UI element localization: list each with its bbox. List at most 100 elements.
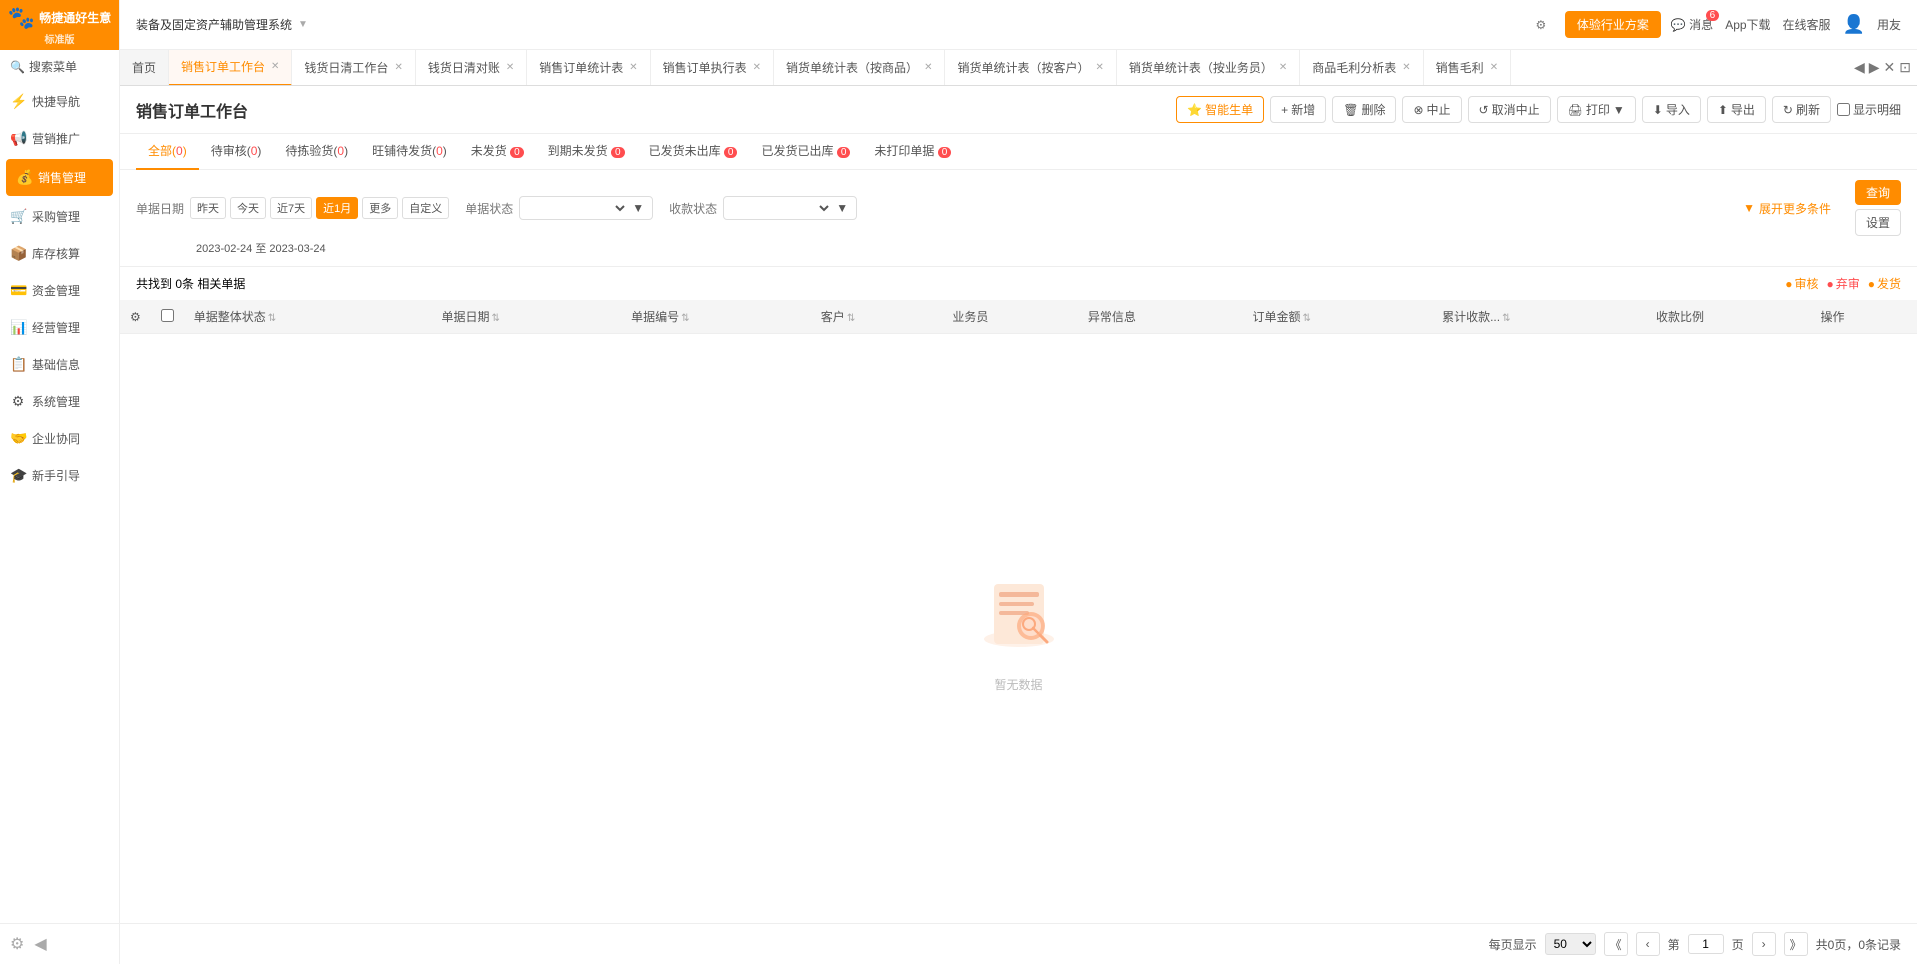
tab-reconcile[interactable]: 钱货日清对账 ✕ [416, 50, 527, 86]
th-abnormal[interactable]: 异常信息 [1078, 300, 1243, 334]
show-detail-checkbox[interactable]: 显示明细 [1837, 101, 1901, 118]
close-tab-sales-exec[interactable]: ✕ [753, 62, 761, 73]
notification-bell[interactable]: 💬 6 消息 [1671, 16, 1713, 33]
th-customer[interactable]: 客户⇅ [811, 300, 943, 334]
sub-tab-shipped-not-out[interactable]: 已发货未出库 0 [637, 134, 750, 170]
th-settings[interactable]: ⚙ [120, 300, 151, 334]
close-tab-goods-stat[interactable]: ✕ [924, 62, 932, 73]
tab-sales-order[interactable]: 销售订单工作台 ✕ [169, 50, 292, 86]
close-tab-daily-clear[interactable]: ✕ [394, 62, 402, 73]
query-button[interactable]: 查询 [1855, 180, 1901, 205]
sub-tab-not-shipped[interactable]: 未发货 0 [459, 134, 536, 170]
close-tab-staff-stat[interactable]: ✕ [1279, 62, 1287, 73]
topbar-gear-button[interactable]: ⚙ [1527, 11, 1555, 39]
ship-btn[interactable]: ● 发货 [1868, 275, 1901, 292]
expand-more-btn[interactable]: ▼ 展开更多条件 [1743, 200, 1831, 217]
settings-bottom-icon[interactable]: ⚙ [10, 934, 24, 954]
payment-select[interactable]: ▼ [723, 196, 857, 220]
refresh-button[interactable]: ↻ 刷新 [1772, 96, 1831, 123]
stop-button[interactable]: ⊗ 中止 [1402, 96, 1461, 123]
sub-tab-shipped-out[interactable]: 已发货已出库 0 [749, 134, 862, 170]
sub-tab-pending-review[interactable]: 待审核(0) [199, 134, 274, 170]
tab-expand-icon[interactable]: ⊡ [1899, 59, 1911, 76]
tab-prev-icon[interactable]: ◀ [1854, 59, 1865, 76]
new-button[interactable]: + 新增 [1270, 96, 1326, 123]
tab-goods-stat[interactable]: 销货单统计表（按商品） ✕ [774, 50, 945, 86]
tab-daily-clear[interactable]: 钱货日清工作台 ✕ [292, 50, 415, 86]
review-btn[interactable]: ● 审核 [1785, 275, 1818, 292]
tab-staff-stat[interactable]: 销货单统计表（按业务员） ✕ [1117, 50, 1300, 86]
close-tab-gross-profit[interactable]: ✕ [1402, 62, 1410, 73]
detail-checkbox-input[interactable] [1837, 103, 1850, 116]
close-tab-reconcile[interactable]: ✕ [506, 62, 514, 73]
cancel-stop-button[interactable]: ↺ 取消中止 [1468, 96, 1551, 123]
tab-next-icon[interactable]: ▶ [1869, 59, 1880, 76]
sidebar-search[interactable]: 🔍 搜索菜单 [0, 50, 119, 83]
import-button[interactable]: ⬇ 导入 [1642, 96, 1701, 123]
print-dropdown-icon[interactable]: ▼ [1613, 103, 1625, 117]
th-date[interactable]: 单据日期⇅ [431, 300, 621, 334]
th-staff[interactable]: 业务员 [942, 300, 1078, 334]
tab-sales-exec[interactable]: 销售订单执行表 ✕ [651, 50, 774, 86]
sidebar-item-qiye[interactable]: 🤝 企业协同 [0, 420, 119, 457]
close-tab-sales-order[interactable]: ✕ [271, 61, 279, 72]
tab-sales-stat[interactable]: 销售订单统计表 ✕ [527, 50, 650, 86]
status-select[interactable]: ▼ [519, 196, 653, 220]
date-btn-more[interactable]: 更多 [362, 197, 398, 219]
tab-close-all-icon[interactable]: ✕ [1884, 59, 1896, 76]
sidebar-item-kucun[interactable]: 📦 库存核算 [0, 235, 119, 272]
date-btn-7days[interactable]: 近7天 [270, 197, 312, 219]
page-prev-btn[interactable]: ‹ [1636, 932, 1660, 956]
tab-home[interactable]: 首页 [120, 50, 169, 86]
sidebar-item-xinshou[interactable]: 🎓 新手引导 [0, 457, 119, 494]
print-button[interactable]: 🖨 打印 ▼ [1557, 96, 1636, 123]
select-all-checkbox[interactable] [161, 309, 174, 322]
sidebar-item-kuaijie[interactable]: ⚡ 快捷导航 [0, 83, 119, 120]
close-tab-sales-gross[interactable]: ✕ [1490, 62, 1498, 73]
page-number-input[interactable] [1688, 934, 1724, 954]
page-last-btn[interactable]: 》 [1784, 932, 1808, 956]
sidebar-item-jingying[interactable]: 📊 经营管理 [0, 309, 119, 346]
sidebar-item-caigou[interactable]: 🛒 采购管理 [0, 198, 119, 235]
exp-button[interactable]: 体验行业方案 [1565, 11, 1661, 38]
th-amount[interactable]: 订单金额⇅ [1242, 300, 1432, 334]
online-service-link[interactable]: 在线客服 [1783, 16, 1831, 33]
date-btn-custom[interactable]: 自定义 [402, 197, 449, 219]
close-tab-customer-stat[interactable]: ✕ [1095, 62, 1103, 73]
sidebar-item-yingxiao[interactable]: 📢 营销推广 [0, 120, 119, 157]
sidebar-item-jichu[interactable]: 📋 基础信息 [0, 346, 119, 383]
payment-select-input[interactable] [732, 200, 832, 216]
export-button[interactable]: ⬆ 导出 [1707, 96, 1766, 123]
sub-tab-pending-pick[interactable]: 待拣验货(0) [273, 134, 360, 170]
th-checkbox[interactable] [151, 300, 184, 334]
sub-tab-overdue-ship[interactable]: 到期未发货 0 [536, 134, 637, 170]
dropdown-arrow-icon[interactable]: ▼ [298, 19, 308, 30]
sidebar-item-xitong[interactable]: ⚙ 系统管理 [0, 383, 119, 420]
page-first-btn[interactable]: 《 [1604, 932, 1628, 956]
th-collected[interactable]: 累计收款...⇅ [1432, 300, 1646, 334]
date-btn-yesterday[interactable]: 昨天 [190, 197, 226, 219]
status-filter: 单据状态 ▼ [465, 196, 653, 220]
close-tab-sales-stat[interactable]: ✕ [629, 62, 637, 73]
sidebar-item-zijin[interactable]: 💳 资金管理 [0, 272, 119, 309]
sub-tab-all[interactable]: 全部(0) [136, 134, 199, 170]
date-btn-1month[interactable]: 近1月 [316, 197, 358, 219]
per-page-select[interactable]: 50 20 100 [1545, 933, 1596, 955]
page-next-btn[interactable]: › [1752, 932, 1776, 956]
date-btn-today[interactable]: 今天 [230, 197, 266, 219]
collapse-icon[interactable]: ◀ [34, 934, 46, 954]
status-select-input[interactable] [528, 200, 628, 216]
cancel-review-btn[interactable]: ● 弃审 [1826, 275, 1859, 292]
filter-settings-button[interactable]: 设置 [1855, 209, 1901, 236]
user-name-link[interactable]: 用友 [1877, 16, 1901, 33]
app-download-link[interactable]: App下载 [1725, 16, 1770, 33]
sidebar-item-xiaoshou[interactable]: 💰 销售管理 [6, 159, 113, 196]
smart-generate-button[interactable]: ⭐ 智能生单 [1176, 96, 1264, 123]
tab-customer-stat[interactable]: 销货单统计表（按客户） ✕ [945, 50, 1116, 86]
sub-tab-wangpu[interactable]: 旺铺待发货(0) [360, 134, 459, 170]
sub-tab-not-printed[interactable]: 未打印单据 0 [862, 134, 963, 170]
tab-sales-gross[interactable]: 销售毛利 ✕ [1424, 50, 1511, 86]
tab-gross-profit[interactable]: 商品毛利分析表 ✕ [1300, 50, 1423, 86]
th-number[interactable]: 单据编号⇅ [621, 300, 811, 334]
delete-button[interactable]: 🗑 删除 [1332, 96, 1396, 123]
